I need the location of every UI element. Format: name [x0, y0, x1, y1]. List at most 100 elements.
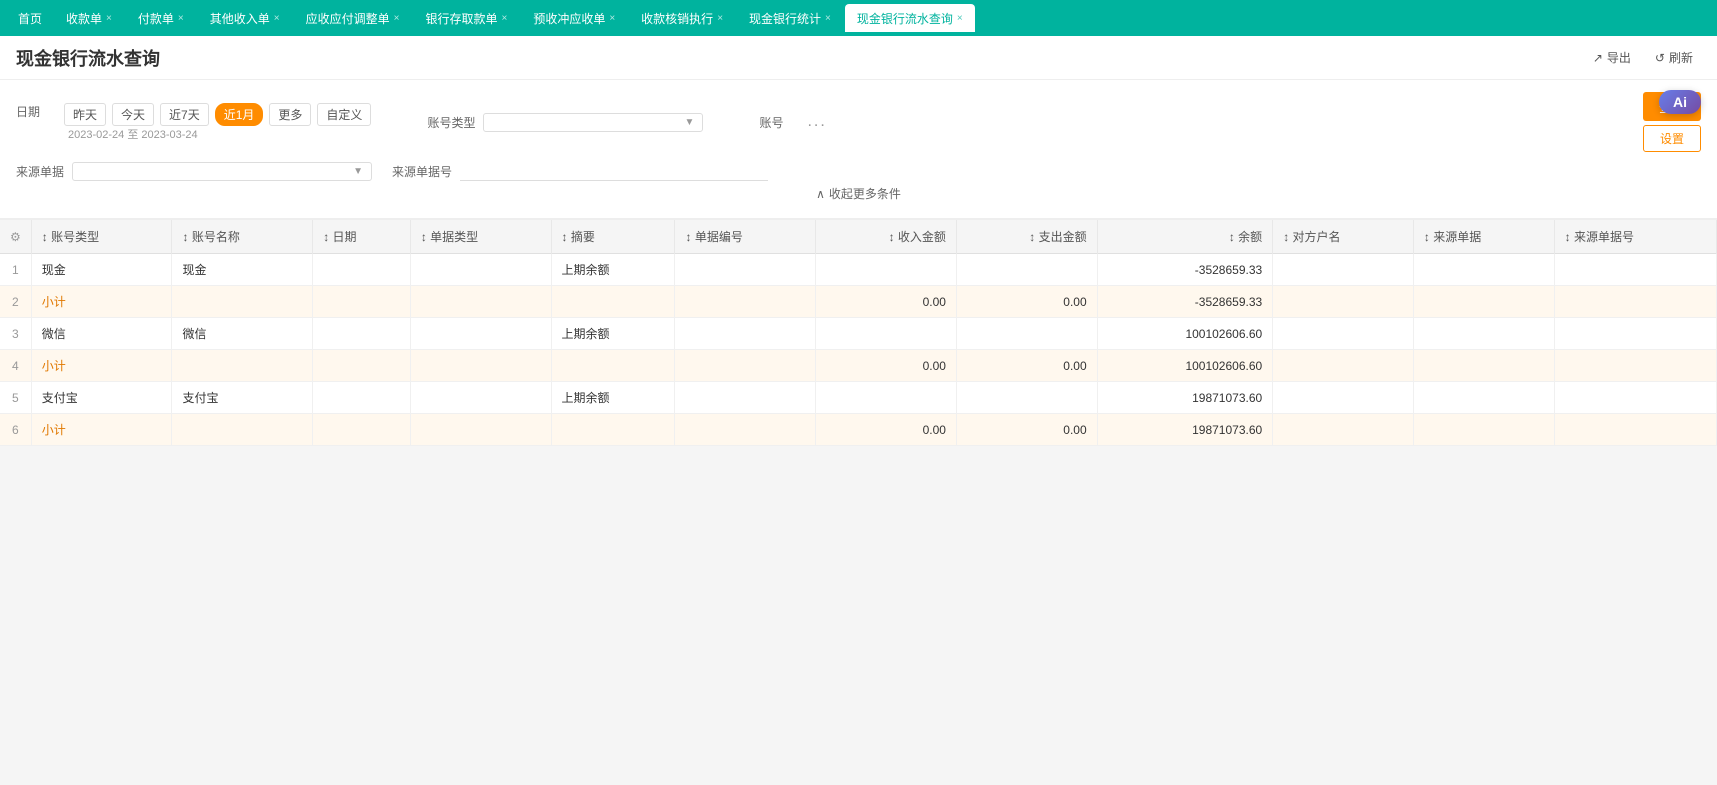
table-row: 5 支付宝 支付宝 上期余额 19871073.60: [0, 382, 1717, 414]
source-doc-select[interactable]: ▼: [72, 162, 372, 181]
account-filter: 账号 ...: [759, 113, 826, 131]
account-type-label: 账号类型: [427, 114, 475, 131]
table-row: 3 微信 微信 上期余额 100102606.60: [0, 318, 1717, 350]
date-filter-options: 昨天 今天 近7天 近1月 更多 自定义 2023-02-24 至 2023-0…: [64, 103, 371, 142]
cell-summary: 上期余额: [551, 382, 675, 414]
nav-tab-0[interactable]: 收款单 ×: [54, 4, 124, 32]
cell-counterparty: [1273, 414, 1414, 446]
filter-area: 日期 昨天 今天 近7天 近1月 更多 自定义 2023-02-24 至 202…: [0, 80, 1717, 219]
date-btn-yesterday[interactable]: 昨天: [64, 103, 106, 126]
close-icon[interactable]: ×: [501, 13, 507, 24]
cell-counterparty: [1273, 254, 1414, 286]
date-btn-7days[interactable]: 近7天: [160, 103, 209, 126]
cell-account-type: 微信: [31, 318, 172, 350]
cell-date: [313, 414, 411, 446]
th-date[interactable]: ↕ 日期: [313, 220, 411, 254]
export-button[interactable]: ↗ 导出: [1585, 45, 1639, 70]
nav-tab-6[interactable]: 收款核销执行 ×: [629, 4, 735, 32]
th-doc-type[interactable]: ↕ 单据类型: [410, 220, 551, 254]
cell-balance: 100102606.60: [1097, 318, 1273, 350]
cell-date: [313, 318, 411, 350]
cell-doc-no: [675, 318, 816, 350]
date-range-display: 2023-02-24 至 2023-03-24: [68, 126, 371, 142]
th-counterparty[interactable]: ↕ 对方户名: [1273, 220, 1414, 254]
cell-source-doc: [1413, 382, 1554, 414]
collapse-row[interactable]: ∧ 收起更多条件: [16, 181, 1701, 206]
account-type-select[interactable]: ▼: [483, 113, 703, 132]
close-icon[interactable]: ×: [609, 13, 615, 24]
th-balance[interactable]: ↕ 余额: [1097, 220, 1273, 254]
nav-tab-1[interactable]: 付款单 ×: [126, 4, 196, 32]
th-doc-no[interactable]: ↕ 单据编号: [675, 220, 816, 254]
cell-account-type: 支付宝: [31, 382, 172, 414]
source-doc-no-input[interactable]: [464, 164, 764, 178]
refresh-button[interactable]: ↺ 刷新: [1647, 45, 1701, 70]
th-account-name[interactable]: ↕ 账号名称: [172, 220, 313, 254]
row-num: 5: [0, 382, 31, 414]
export-icon: ↗: [1593, 51, 1603, 65]
nav-tab-3[interactable]: 应收应付调整单 ×: [294, 4, 412, 32]
cell-doc-no: [675, 254, 816, 286]
cell-income: [816, 318, 957, 350]
th-income[interactable]: ↕ 收入金额: [816, 220, 957, 254]
cell-balance: 100102606.60: [1097, 350, 1273, 382]
cell-summary: [551, 414, 675, 446]
close-icon[interactable]: ×: [717, 13, 723, 24]
close-icon[interactable]: ×: [178, 13, 184, 24]
th-source-doc-no[interactable]: ↕ 来源单据号: [1554, 220, 1716, 254]
collapse-text: 收起更多条件: [829, 185, 901, 202]
header-actions: ↗ 导出 ↺ 刷新: [1585, 45, 1701, 70]
cell-income: 0.00: [816, 286, 957, 318]
date-btn-1month[interactable]: 近1月: [215, 103, 264, 126]
cell-counterparty: [1273, 382, 1414, 414]
cell-expense: 0.00: [956, 286, 1097, 318]
cell-expense: [956, 318, 1097, 350]
close-icon[interactable]: ×: [106, 13, 112, 24]
cell-income: 0.00: [816, 350, 957, 382]
nav-tab-5[interactable]: 预收冲应收单 ×: [521, 4, 627, 32]
close-icon[interactable]: ×: [394, 13, 400, 24]
cell-doc-no: [675, 286, 816, 318]
date-buttons: 昨天 今天 近7天 近1月 更多 自定义: [64, 103, 371, 126]
cell-counterparty: [1273, 350, 1414, 382]
nav-tab-4[interactable]: 银行存取款单 ×: [413, 4, 519, 32]
ai-badge[interactable]: Ai: [1659, 90, 1701, 114]
th-account-type[interactable]: ↕ 账号类型: [31, 220, 172, 254]
date-btn-custom[interactable]: 自定义: [317, 103, 371, 126]
cell-source-doc-no: [1554, 350, 1716, 382]
cell-expense: [956, 382, 1097, 414]
chevron-down-icon: ▼: [685, 117, 695, 128]
th-settings[interactable]: ⚙: [0, 220, 31, 254]
refresh-icon: ↺: [1655, 51, 1665, 65]
date-btn-today[interactable]: 今天: [112, 103, 154, 126]
table-row: 4 小计 0.00 0.00 100102606.60: [0, 350, 1717, 382]
cell-date: [313, 286, 411, 318]
cell-date: [313, 382, 411, 414]
more-dots[interactable]: ...: [807, 113, 826, 131]
nav-home[interactable]: 首页: [8, 10, 52, 27]
cell-doc-no: [675, 382, 816, 414]
table-row: 1 现金 现金 上期余额 -3528659.33: [0, 254, 1717, 286]
cell-date: [313, 254, 411, 286]
close-icon[interactable]: ×: [825, 13, 831, 24]
date-btn-more[interactable]: 更多: [269, 103, 311, 126]
nav-tab-8[interactable]: 现金银行流水查询 ×: [845, 4, 975, 32]
row-num: 2: [0, 286, 31, 318]
nav-tab-7[interactable]: 现金银行统计 ×: [737, 4, 843, 32]
th-summary[interactable]: ↕ 摘要: [551, 220, 675, 254]
nav-tab-2[interactable]: 其他收入单 ×: [198, 4, 292, 32]
filter-row-1: 日期 昨天 今天 近7天 近1月 更多 自定义 2023-02-24 至 202…: [16, 92, 1701, 152]
cell-account-type: 小计: [31, 414, 172, 446]
close-icon[interactable]: ×: [957, 13, 963, 24]
cell-balance: -3528659.33: [1097, 254, 1273, 286]
cell-account-type: 小计: [31, 350, 172, 382]
row-num: 1: [0, 254, 31, 286]
th-expense[interactable]: ↕ 支出金额: [956, 220, 1097, 254]
cell-source-doc-no: [1554, 382, 1716, 414]
settings-button[interactable]: 设置: [1643, 125, 1701, 152]
cell-date: [313, 350, 411, 382]
source-doc-filter: 来源单据 ▼: [16, 162, 372, 181]
th-source-doc[interactable]: ↕ 来源单据: [1413, 220, 1554, 254]
cell-summary: 上期余额: [551, 318, 675, 350]
close-icon[interactable]: ×: [274, 13, 280, 24]
